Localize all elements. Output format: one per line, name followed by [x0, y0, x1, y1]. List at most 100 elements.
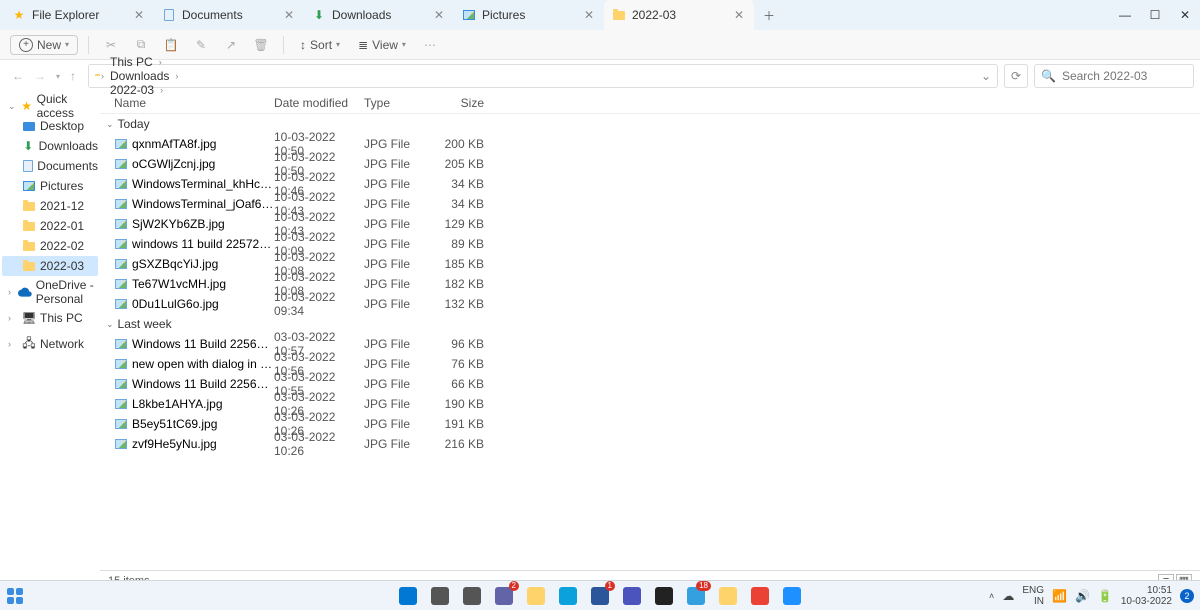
close-window-icon[interactable]: ✕ [1170, 8, 1200, 22]
file-size: 182 KB [434, 277, 484, 291]
cut-icon[interactable]: ✂ [99, 33, 123, 57]
nav-item-documents[interactable]: Documents [2, 156, 98, 176]
file-row[interactable]: gSXZBqcYiJ.jpg 10-03-2022 10:08 JPG File… [100, 254, 1200, 274]
clock[interactable]: 10:51 10-03-2022 [1121, 585, 1172, 607]
breadcrumb-segment[interactable]: This PC› [110, 55, 178, 69]
wifi-icon[interactable]: 📶 [1052, 589, 1067, 603]
file-row[interactable]: Windows 11 Build 22567.jpg 03-03-2022 10… [100, 374, 1200, 394]
close-icon[interactable]: ✕ [734, 8, 746, 22]
nav-item-2022-03[interactable]: 2022-03 [2, 256, 98, 276]
rename-icon[interactable]: ✎ [189, 33, 213, 57]
forward-icon[interactable]: → [34, 69, 46, 83]
taskbar-word[interactable]: 1 [588, 584, 612, 608]
share-icon[interactable]: ↗ [219, 33, 243, 57]
file-row[interactable]: Te67W1vcMH.jpg 10-03-2022 10:08 JPG File… [100, 274, 1200, 294]
tab-file-explorer[interactable]: ★ File Explorer ✕ [4, 0, 154, 30]
file-row[interactable]: new open with dialog in Windows 11 Buil.… [100, 354, 1200, 374]
close-icon[interactable]: ✕ [434, 8, 446, 22]
new-button[interactable]: + New ▾ [10, 35, 78, 55]
tab-downloads[interactable]: ⬇ Downloads ✕ [304, 0, 454, 30]
refresh-button[interactable]: ⟳ [1004, 64, 1028, 88]
search-box[interactable]: 🔍 [1034, 64, 1194, 88]
taskbar-store[interactable] [556, 584, 580, 608]
file-row[interactable]: oCGWljZcnj.jpg 10-03-2022 10:50 JPG File… [100, 154, 1200, 174]
notification-badge[interactable]: 2 [1180, 589, 1194, 603]
tray-chevron-icon[interactable]: ˄ [989, 591, 994, 601]
maximize-icon[interactable]: ☐ [1140, 8, 1170, 22]
tab-pictures[interactable]: Pictures ✕ [454, 0, 604, 30]
minimize-icon[interactable]: ― [1110, 8, 1140, 22]
view-icon: ≣ [358, 38, 368, 52]
breadcrumb-segment[interactable]: Downloads› [110, 69, 178, 83]
nav-item-2022-01[interactable]: 2022-01 [2, 216, 98, 236]
search-input[interactable] [1062, 69, 1187, 83]
battery-icon[interactable]: 🔋 [1098, 589, 1113, 603]
group-header[interactable]: ⌄ Last week [100, 314, 1200, 334]
file-row[interactable]: B5ey51tC69.jpg 03-03-2022 10:26 JPG File… [100, 414, 1200, 434]
file-row[interactable]: windows 11 build 22572 show more opti...… [100, 234, 1200, 254]
taskbar-check[interactable] [780, 584, 804, 608]
nav-item-2022-02[interactable]: 2022-02 [2, 236, 98, 256]
close-icon[interactable]: ✕ [284, 8, 296, 22]
image-file-icon [114, 297, 128, 311]
view-button[interactable]: ≣ View ▾ [352, 38, 412, 52]
address-bar[interactable]: › This PC›Downloads›2022-03› ⌄ [88, 64, 998, 88]
paste-icon[interactable]: 📋 [159, 33, 183, 57]
col-type[interactable]: Type [364, 92, 434, 113]
col-name[interactable]: Name [114, 92, 274, 113]
volume-icon[interactable]: 🔊 [1075, 589, 1090, 603]
copy-icon[interactable]: ⧉ [129, 33, 153, 57]
taskbar-teams[interactable] [620, 584, 644, 608]
nav-item-2021-12[interactable]: 2021-12 [2, 196, 98, 216]
delete-icon[interactable]: 🗑 [249, 33, 273, 57]
widgets-button[interactable] [0, 588, 30, 604]
tab-2022-03[interactable]: 2022-03 ✕ [604, 0, 754, 30]
recent-icon[interactable]: ▾ [56, 72, 60, 81]
nav-item-desktop[interactable]: Desktop [2, 116, 98, 136]
col-size[interactable]: Size [434, 92, 484, 113]
taskbar-search[interactable] [428, 584, 452, 608]
file-row[interactable]: 0Du1LulG6o.jpg 10-03-2022 09:34 JPG File… [100, 294, 1200, 314]
col-date[interactable]: Date modified [274, 92, 364, 113]
taskbar-start[interactable] [396, 584, 420, 608]
nav-network[interactable]: › 🖧 Network [2, 334, 98, 354]
taskbar-edge[interactable]: 18 [684, 584, 708, 608]
nav-item-label: Network [40, 337, 84, 351]
file-row[interactable]: Windows 11 Build 22567 brings a new op..… [100, 334, 1200, 354]
taskbar-notes[interactable] [716, 584, 740, 608]
nav-quick-access[interactable]: ⌄ ★ Quick access [2, 96, 98, 116]
close-icon[interactable]: ✕ [134, 8, 146, 22]
nav-onedrive[interactable]: › OneDrive - Personal [2, 282, 98, 302]
file-size: 76 KB [434, 357, 484, 371]
nav-item-pictures[interactable]: Pictures [2, 176, 98, 196]
file-size: 96 KB [434, 337, 484, 351]
nav-thispc[interactable]: › 🖥 This PC [2, 308, 98, 328]
close-icon[interactable]: ✕ [584, 8, 596, 22]
taskbar-explorer[interactable] [524, 584, 548, 608]
add-tab-button[interactable]: ＋ [754, 7, 784, 24]
nav-item-downloads[interactable]: ⬇ Downloads [2, 136, 98, 156]
onedrive-tray-icon[interactable]: ☁ [1002, 589, 1014, 603]
chevron-down-icon[interactable]: ⌄ [981, 69, 991, 83]
file-row[interactable]: L8kbe1AHYA.jpg 03-03-2022 10:26 JPG File… [100, 394, 1200, 414]
chevron-right-icon: › [101, 71, 104, 81]
more-icon[interactable]: ⋯ [418, 33, 442, 57]
badge: 1 [605, 581, 615, 591]
taskbar-chrome[interactable] [748, 584, 772, 608]
sort-button[interactable]: ↕ Sort ▾ [294, 38, 346, 52]
file-row[interactable]: SjW2KYb6ZB.jpg 10-03-2022 10:43 JPG File… [100, 214, 1200, 234]
pic-icon [22, 179, 36, 193]
language-indicator[interactable]: ENG IN [1022, 585, 1044, 607]
file-row[interactable]: WindowsTerminal_khHcesSYCB.jpg 10-03-202… [100, 174, 1200, 194]
taskbar-taskview[interactable] [460, 584, 484, 608]
taskbar-chat[interactable]: 2 [492, 584, 516, 608]
back-icon[interactable]: ← [12, 69, 24, 83]
file-row[interactable]: zvf9He5yNu.jpg 03-03-2022 10:26 JPG File… [100, 434, 1200, 454]
tab-documents[interactable]: Documents ✕ [154, 0, 304, 30]
taskbar-media[interactable] [652, 584, 676, 608]
up-icon[interactable]: ↑ [70, 69, 76, 83]
system-tray[interactable]: ˄ ☁ ENG IN 📶 🔊 🔋 10:51 10-03-2022 2 [989, 585, 1200, 607]
group-header[interactable]: ⌄ Today [100, 114, 1200, 134]
file-row[interactable]: WindowsTerminal_jOaf6Z2M1i.jpg 10-03-202… [100, 194, 1200, 214]
file-row[interactable]: qxnmAfTA8f.jpg 10-03-2022 10:50 JPG File… [100, 134, 1200, 154]
